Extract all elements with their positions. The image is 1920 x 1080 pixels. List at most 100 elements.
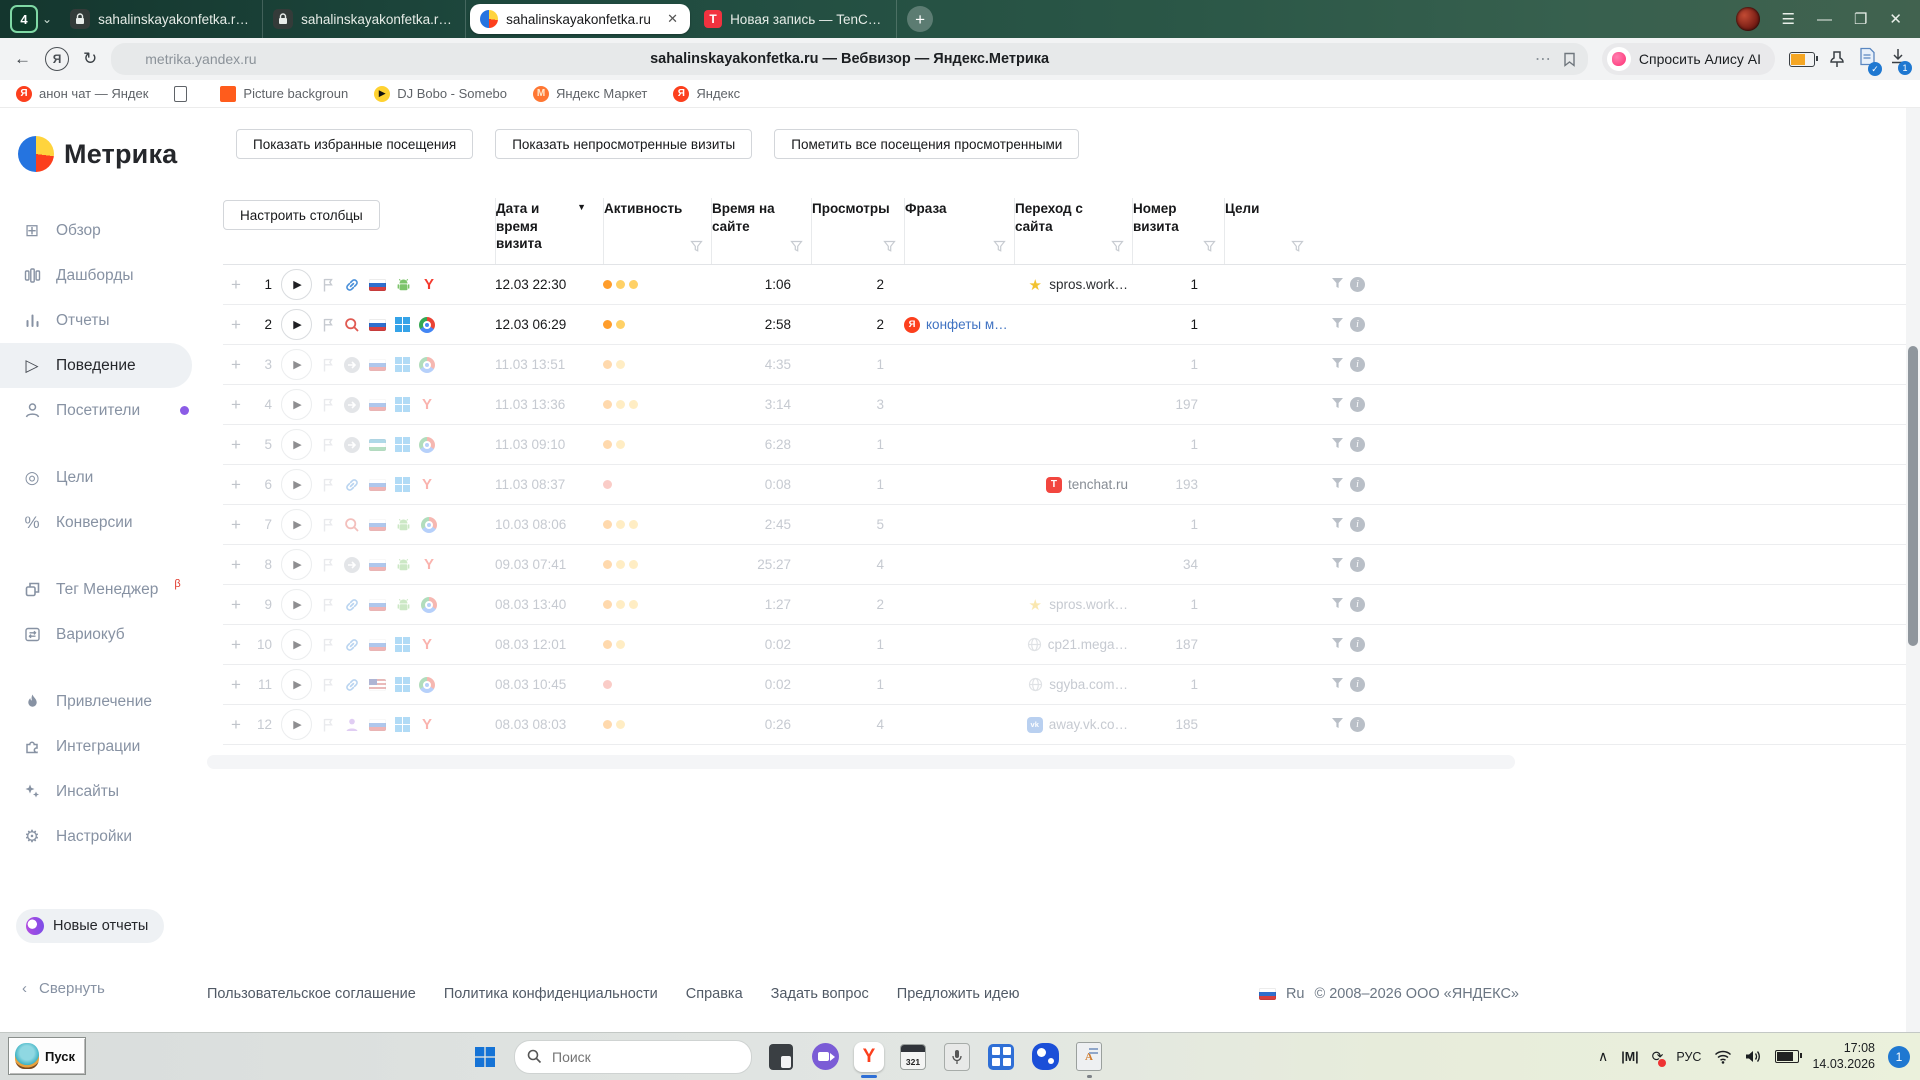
close-icon[interactable]: ✕ (1889, 10, 1902, 28)
yandex-browser-app-icon[interactable]: Y (854, 1041, 884, 1078)
add-to-favorites-button[interactable]: + (229, 475, 243, 495)
toolbar-button-2[interactable]: Пометить все посещения просмотренными (774, 129, 1080, 159)
row-info-icon[interactable]: i (1350, 477, 1365, 492)
flagmark-icon[interactable] (321, 517, 335, 533)
add-to-favorites-button[interactable]: + (229, 395, 243, 415)
column-header[interactable]: Номер визита (1132, 198, 1224, 264)
column-header[interactable]: Переход с сайта (1014, 198, 1132, 264)
row-info-icon[interactable]: i (1350, 677, 1365, 692)
dots-app-icon[interactable] (1030, 1042, 1060, 1072)
row-info-icon[interactable]: i (1350, 597, 1365, 612)
referrer[interactable]: Ttenchat.ru (1014, 476, 1132, 493)
flagmark-icon[interactable] (321, 277, 335, 293)
add-to-favorites-button[interactable]: + (229, 595, 243, 615)
language-label[interactable]: Ru (1286, 986, 1305, 1002)
tray-m-icon[interactable]: |M| (1621, 1050, 1638, 1064)
flagmark-icon[interactable] (321, 437, 335, 453)
grid-app-icon[interactable] (986, 1042, 1016, 1072)
more-icon[interactable]: ⋯ (1535, 49, 1551, 69)
sidebar-item-dashboards[interactable]: Дашборды (0, 253, 205, 298)
browser-tab[interactable]: sahalinskayakonfetka.ru | ( (60, 0, 264, 38)
play-visit-button[interactable]: ▶ (281, 309, 312, 340)
column-header[interactable]: Фраза (904, 198, 1014, 264)
tab-close-icon[interactable]: ✕ (665, 11, 680, 27)
configure-columns-button[interactable]: Настроить столбцы (223, 200, 380, 230)
windows-start-icon[interactable] (470, 1042, 500, 1072)
row-filter-icon[interactable] (1331, 557, 1344, 573)
flagmark-icon[interactable] (321, 677, 335, 693)
sidebar-item-visitors[interactable]: Посетители (0, 388, 205, 433)
document-app-icon[interactable]: A (1074, 1042, 1104, 1078)
add-to-favorites-button[interactable]: + (229, 275, 243, 295)
column-filter-icon[interactable] (883, 240, 896, 258)
sidebar-item-conversions[interactable]: % Конверсии (0, 500, 205, 545)
volume-icon[interactable] (1745, 1049, 1762, 1064)
visit-row[interactable]: +11 ▶ 08.03 10:45 0:02 1 sgyba.com… 1 i (223, 665, 1920, 705)
play-visit-button[interactable]: ▶ (281, 669, 312, 700)
start-button[interactable]: Пуск (8, 1037, 86, 1075)
bookmark-item[interactable]: M Яндекс Маркет (533, 85, 647, 102)
sidebar-item-tag-manager[interactable]: Тег Менеджер β (0, 567, 205, 612)
photos-app-icon[interactable] (766, 1042, 796, 1072)
sort-desc-icon[interactable]: ▼ (577, 202, 586, 214)
column-header[interactable]: Цели (1224, 198, 1312, 264)
search-input[interactable] (550, 1047, 704, 1066)
alice-button[interactable]: Спросить Алису AI (1601, 43, 1775, 75)
visit-row[interactable]: +3 ▶ 11.03 13:51 4:35 1 1 i (223, 345, 1920, 385)
column-filter-icon[interactable] (1203, 240, 1216, 258)
row-filter-icon[interactable] (1331, 677, 1344, 693)
play-visit-button[interactable]: ▶ (281, 429, 312, 460)
bookmark-item[interactable]: Я Яндекс (673, 85, 740, 102)
visit-row[interactable]: +9 ▶ 08.03 13:40 1:27 2 ★ spros.work… 1 i (223, 585, 1920, 625)
referrer[interactable]: cp21.mega… (1014, 637, 1132, 652)
browser-tab[interactable]: T Новая запись — TenChat (694, 0, 898, 38)
row-filter-icon[interactable] (1331, 517, 1344, 533)
bookmark-item[interactable]: Яанон чат — Яндек (16, 85, 148, 102)
downloads-icon[interactable]: 1 (1890, 48, 1912, 75)
play-visit-button[interactable]: ▶ (281, 469, 312, 500)
column-filter-icon[interactable] (1291, 240, 1304, 258)
row-info-icon[interactable]: i (1350, 277, 1365, 292)
clock[interactable]: 17:08 14.03.2026 (1812, 1041, 1875, 1072)
column-header[interactable]: Время на сайте (711, 198, 811, 264)
visit-row[interactable]: +10 ▶ Y 08.03 12:01 0:02 1 cp21.mega… 187 i (223, 625, 1920, 665)
visit-row[interactable]: +7 ▶ 10.03 08:06 2:45 5 1 i (223, 505, 1920, 545)
row-info-icon[interactable]: i (1350, 637, 1365, 652)
sidebar-item-attraction[interactable]: Привлечение (0, 679, 205, 724)
play-visit-button[interactable]: ▶ (281, 589, 312, 620)
footer-link[interactable]: Предложить идею (897, 986, 1020, 1002)
avatar[interactable] (1735, 7, 1760, 31)
wifi-icon[interactable] (1714, 1050, 1732, 1064)
search-phrase[interactable]: Яконфеты м… (904, 316, 1014, 333)
flagmark-icon[interactable] (321, 717, 335, 733)
play-visit-button[interactable]: ▶ (281, 549, 312, 580)
visit-row[interactable]: +1 ▶ Y 12.03 22:30 1:06 2 ★ spros.work… 1 i (223, 265, 1920, 305)
row-info-icon[interactable]: i (1350, 717, 1365, 732)
add-to-favorites-button[interactable]: + (229, 675, 243, 695)
tray-expand-icon[interactable]: ∧ (1598, 1048, 1608, 1065)
row-filter-icon[interactable] (1331, 717, 1344, 733)
sidebar-item-insights[interactable]: Инсайты (0, 769, 205, 814)
language-indicator[interactable]: РУС (1676, 1050, 1701, 1064)
row-filter-icon[interactable] (1331, 357, 1344, 373)
column-filter-icon[interactable] (1111, 240, 1124, 258)
yandex-home-icon[interactable]: Я (45, 47, 69, 71)
referrer[interactable]: ★ spros.work… (1014, 596, 1132, 614)
url-field[interactable]: metrika.yandex.ru sahalinskayakonfetka.r… (111, 43, 1588, 75)
add-to-favorites-button[interactable]: + (229, 315, 243, 335)
sidebar-item-settings[interactable]: ⚙ Настройки (0, 814, 205, 859)
tab-counter-button[interactable]: 4 ⌄ (10, 5, 52, 33)
sidebar-item-overview[interactable]: ⊞ Обзор (0, 208, 205, 253)
back-icon[interactable]: ← (14, 49, 31, 69)
footer-link[interactable]: Пользовательское соглашение (207, 986, 416, 1002)
play-visit-button[interactable]: ▶ (281, 629, 312, 660)
footer-link[interactable]: Задать вопрос (771, 986, 869, 1002)
notification-badge[interactable]: 1 (1888, 1045, 1910, 1068)
battery-icon[interactable] (1789, 51, 1818, 67)
add-to-favorites-button[interactable]: + (229, 515, 243, 535)
bookmark-item[interactable]: ▶ DJ Bobo - Somebo (374, 85, 507, 102)
bookmark-item[interactable] (174, 85, 194, 102)
referrer[interactable]: ★ spros.work… (1014, 276, 1132, 294)
add-to-favorites-button[interactable]: + (229, 635, 243, 655)
visit-row[interactable]: +2 ▶ 12.03 06:29 2:58 2 Яконфеты м… 1 i (223, 305, 1920, 345)
